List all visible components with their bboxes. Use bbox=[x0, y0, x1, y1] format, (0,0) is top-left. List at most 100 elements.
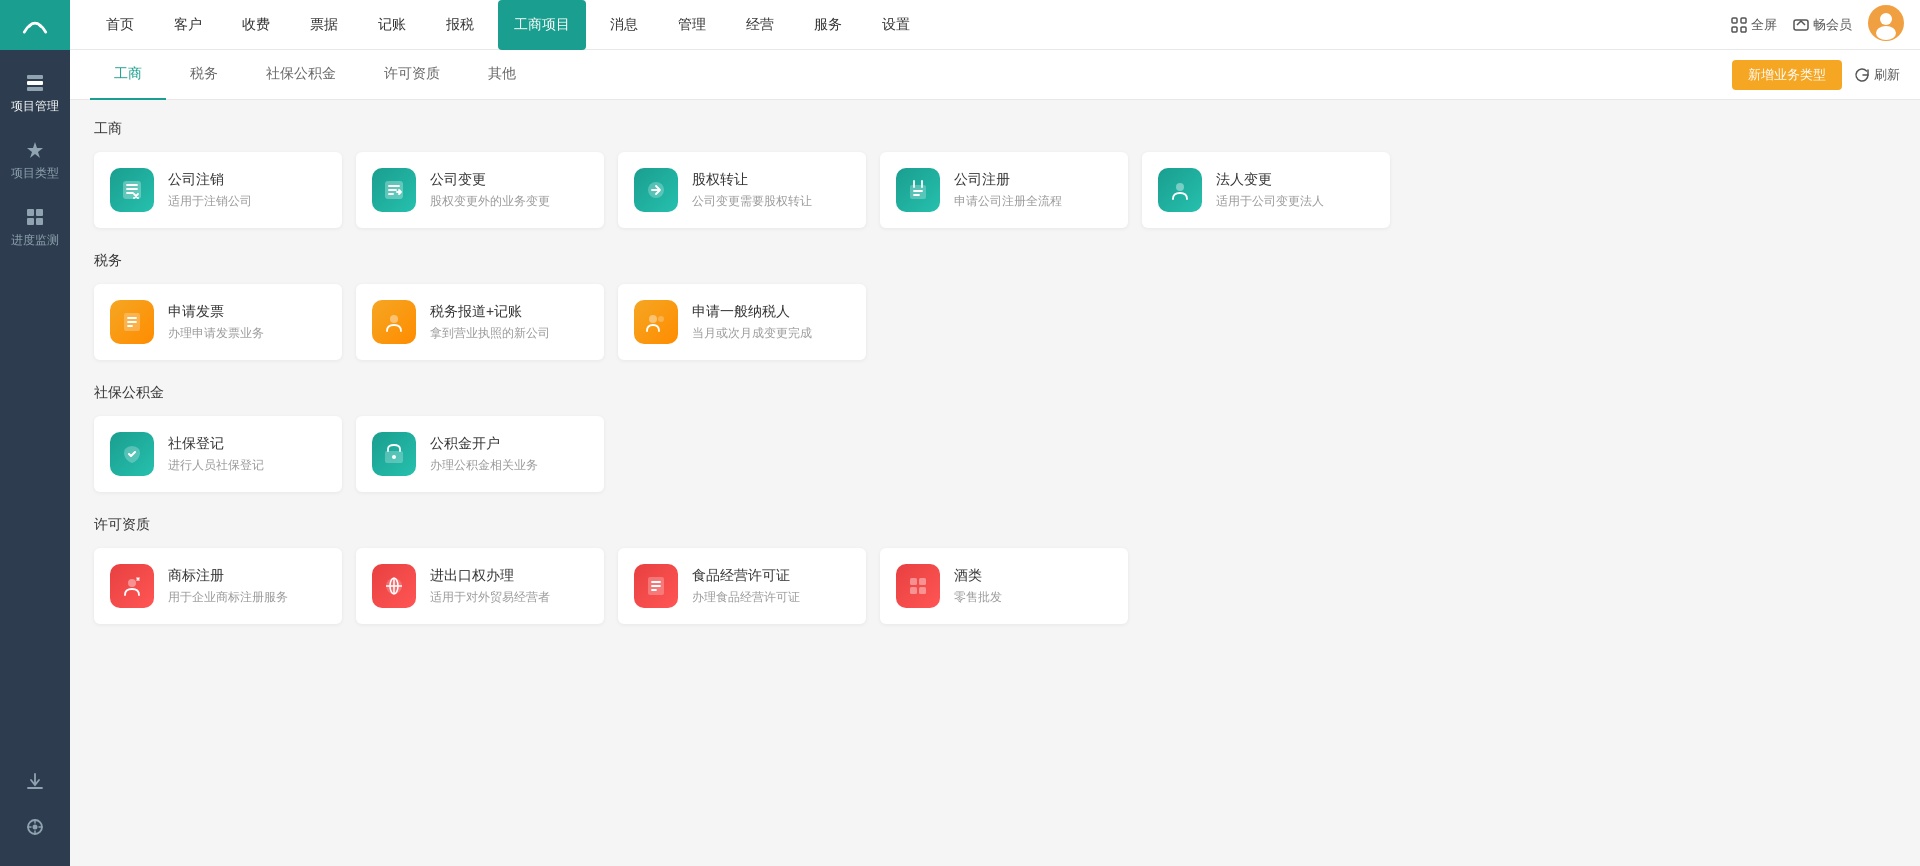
sidebar-item-progress[interactable]: 进度监测 bbox=[0, 194, 70, 261]
nav-manage[interactable]: 管理 bbox=[662, 0, 722, 50]
svg-point-26 bbox=[658, 316, 664, 322]
nav-bookkeeping[interactable]: 记账 bbox=[362, 0, 422, 50]
svg-rect-21 bbox=[910, 185, 926, 199]
nav-operation[interactable]: 经营 bbox=[730, 0, 790, 50]
sidebar-location[interactable] bbox=[0, 804, 70, 850]
nav-service[interactable]: 服务 bbox=[798, 0, 858, 50]
card-desc-1-2: 当月或次月成变更完成 bbox=[692, 325, 812, 342]
refresh-label: 刷新 bbox=[1874, 66, 1900, 84]
card-text-0-4: 法人变更 适用于公司变更法人 bbox=[1216, 171, 1324, 210]
card-text-0-2: 股权转让 公司变更需要股权转让 bbox=[692, 171, 812, 210]
svg-rect-12 bbox=[27, 209, 34, 216]
card-desc-2-1: 办理公积金相关业务 bbox=[430, 457, 538, 474]
card-title-2-0: 社保登记 bbox=[168, 435, 264, 453]
card-text-0-1: 公司变更 股权变更外的业务变更 bbox=[430, 171, 550, 210]
content-area: 工商 税务 社保公积金 许可资质 其他 新增业务类型 刷新 工商 bbox=[70, 50, 1920, 866]
svg-rect-35 bbox=[910, 587, 917, 594]
card-alcohol[interactable]: 酒类 零售批发 bbox=[880, 548, 1128, 624]
card-title-1-0: 申请发票 bbox=[168, 303, 264, 321]
nav-message[interactable]: 消息 bbox=[594, 0, 654, 50]
card-equity-transfer[interactable]: 股权转让 公司变更需要股权转让 bbox=[618, 152, 866, 228]
svg-rect-15 bbox=[36, 218, 43, 225]
new-type-button[interactable]: 新增业务类型 bbox=[1732, 60, 1842, 90]
card-icon-0-3 bbox=[896, 168, 940, 212]
card-tax-bookkeeping[interactable]: 税务报道+记账 拿到营业执照的新公司 bbox=[356, 284, 604, 360]
section-title-1: 税务 bbox=[94, 252, 1896, 270]
card-housing-fund[interactable]: 公积金开户 办理公积金相关业务 bbox=[356, 416, 604, 492]
card-title-2-1: 公积金开户 bbox=[430, 435, 538, 453]
avatar[interactable] bbox=[1868, 5, 1904, 44]
card-title-3-1: 进出口权办理 bbox=[430, 567, 550, 585]
card-text-0-0: 公司注销 适用于注销公司 bbox=[168, 171, 252, 210]
card-company-cancel[interactable]: 公司注销 适用于注销公司 bbox=[94, 152, 342, 228]
card-icon-0-0 bbox=[110, 168, 154, 212]
card-desc-3-1: 适用于对外贸易经营者 bbox=[430, 589, 550, 606]
card-title-0-3: 公司注册 bbox=[954, 171, 1062, 189]
card-invoice[interactable]: 申请发票 办理申请发票业务 bbox=[94, 284, 342, 360]
card-general-taxpayer[interactable]: 申请一般纳税人 当月或次月成变更完成 bbox=[618, 284, 866, 360]
card-grid-1: 申请发票 办理申请发票业务 税务报道+记账 拿到营业执照的新公司 bbox=[94, 284, 1896, 360]
svg-point-28 bbox=[392, 455, 396, 459]
card-title-0-2: 股权转让 bbox=[692, 171, 812, 189]
card-text-2-0: 社保登记 进行人员社保登记 bbox=[168, 435, 264, 474]
card-title-1-2: 申请一般纳税人 bbox=[692, 303, 812, 321]
card-import-export[interactable]: 进出口权办理 适用于对外贸易经营者 bbox=[356, 548, 604, 624]
card-icon-2-1 bbox=[372, 432, 416, 476]
tab-xuke[interactable]: 许可资质 bbox=[360, 50, 464, 100]
card-icon-0-2 bbox=[634, 168, 678, 212]
tab-gongshang[interactable]: 工商 bbox=[90, 50, 166, 100]
card-desc-0-3: 申请公司注册全流程 bbox=[954, 193, 1062, 210]
card-icon-3-1 bbox=[372, 564, 416, 608]
fullscreen-btn[interactable]: 全屏 bbox=[1731, 16, 1777, 34]
card-legal-change[interactable]: 法人变更 适用于公司变更法人 bbox=[1142, 152, 1390, 228]
card-title-0-4: 法人变更 bbox=[1216, 171, 1324, 189]
card-title-0-1: 公司变更 bbox=[430, 171, 550, 189]
svg-point-29 bbox=[128, 579, 136, 587]
card-company-change[interactable]: 公司变更 股权变更外的业务变更 bbox=[356, 152, 604, 228]
sidebar-label-2: 进度监测 bbox=[11, 232, 59, 249]
refresh-button[interactable]: 刷新 bbox=[1854, 66, 1900, 84]
card-text-3-3: 酒类 零售批发 bbox=[954, 567, 1002, 606]
card-title-3-3: 酒类 bbox=[954, 567, 1002, 585]
tab-shuiwu[interactable]: 税务 bbox=[166, 50, 242, 100]
project-type-icon bbox=[24, 139, 46, 161]
nav-tax[interactable]: 报税 bbox=[430, 0, 490, 50]
card-title-3-2: 食品经营许可证 bbox=[692, 567, 800, 585]
card-title-1-1: 税务报道+记账 bbox=[430, 303, 550, 321]
sidebar-item-project-type[interactable]: 项目类型 bbox=[0, 127, 70, 194]
nav-bill[interactable]: 票据 bbox=[294, 0, 354, 50]
card-desc-3-3: 零售批发 bbox=[954, 589, 1002, 606]
sidebar-download[interactable] bbox=[0, 758, 70, 804]
svg-point-6 bbox=[1880, 13, 1892, 25]
section-title-0: 工商 bbox=[94, 120, 1896, 138]
section-title-3: 许可资质 bbox=[94, 516, 1896, 534]
tab-shebao[interactable]: 社保公积金 bbox=[242, 50, 360, 100]
card-desc-3-0: 用于企业商标注册服务 bbox=[168, 589, 288, 606]
card-food-license[interactable]: 食品经营许可证 办理食品经营许可证 bbox=[618, 548, 866, 624]
svg-rect-9 bbox=[27, 81, 43, 85]
svg-rect-8 bbox=[27, 75, 43, 79]
card-desc-1-1: 拿到营业执照的新公司 bbox=[430, 325, 550, 342]
card-social-security[interactable]: 社保登记 进行人员社保登记 bbox=[94, 416, 342, 492]
vip-btn[interactable]: 畅会员 bbox=[1793, 16, 1852, 34]
nav-home[interactable]: 首页 bbox=[90, 0, 150, 50]
svg-point-22 bbox=[1176, 183, 1184, 191]
card-text-2-1: 公积金开户 办理公积金相关业务 bbox=[430, 435, 538, 474]
card-text-1-0: 申请发票 办理申请发票业务 bbox=[168, 303, 264, 342]
scroll-content[interactable]: 工商 公司注销 适用于注销公司 公司变更 bbox=[70, 100, 1920, 866]
svg-rect-3 bbox=[1741, 27, 1746, 32]
nav-settings[interactable]: 设置 bbox=[866, 0, 926, 50]
svg-point-7 bbox=[1876, 26, 1896, 40]
tab-qita[interactable]: 其他 bbox=[464, 50, 540, 100]
svg-rect-18 bbox=[123, 181, 141, 199]
card-grid-0: 公司注销 适用于注销公司 公司变更 股权变更外的业务变更 bbox=[94, 152, 1896, 228]
tab-items: 工商 税务 社保公积金 许可资质 其他 bbox=[90, 50, 1732, 99]
svg-marker-11 bbox=[27, 142, 43, 158]
card-company-register[interactable]: 公司注册 申请公司注册全流程 bbox=[880, 152, 1128, 228]
nav-business[interactable]: 工商项目 bbox=[498, 0, 586, 50]
card-trademark[interactable]: 商标注册 用于企业商标注册服务 bbox=[94, 548, 342, 624]
nav-fee[interactable]: 收费 bbox=[226, 0, 286, 50]
nav-customer[interactable]: 客户 bbox=[158, 0, 218, 50]
svg-rect-1 bbox=[1741, 18, 1746, 23]
sidebar-item-project-mgmt[interactable]: 项目管理 bbox=[0, 60, 70, 127]
